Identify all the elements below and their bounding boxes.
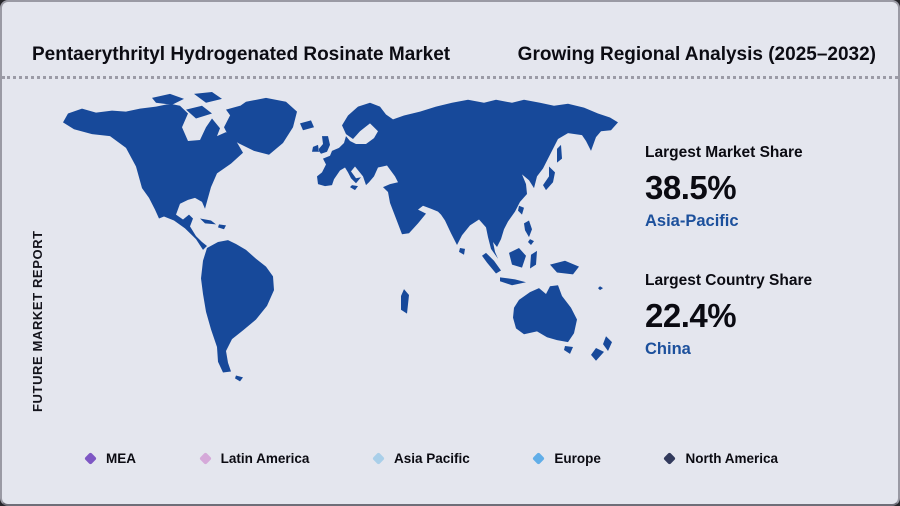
page-title-left: Pentaerythrityl Hydrogenated Rosinate Ma… xyxy=(32,44,451,65)
stat-country-share-label: Largest Country Share xyxy=(645,272,813,289)
legend-label: Asia Pacific xyxy=(393,450,470,466)
legend-item-latin-america: Latin America xyxy=(198,450,310,466)
diamond-swatch-icon xyxy=(198,451,212,465)
stat-market-share: Largest Market Share 38.5% Asia-Pacific xyxy=(645,142,885,232)
brand-vertical-label: FUTURE MARKET REPORT xyxy=(30,230,45,412)
legend-label: Latin America xyxy=(220,450,310,466)
legend-label: Europe xyxy=(554,450,601,466)
stats-panel: Largest Market Share 38.5% Asia-Pacific … xyxy=(645,142,885,398)
dotted-divider xyxy=(2,76,898,79)
legend-item-asia-pacific: Asia Pacific xyxy=(372,450,470,466)
legend-item-north-america: North America xyxy=(663,450,778,466)
stat-market-share-value: 38.5% xyxy=(645,169,737,206)
legend-item-mea: MEA xyxy=(84,450,136,466)
legend-item-europe: Europe xyxy=(532,450,601,466)
stat-country-share: Largest Country Share 22.4% China xyxy=(645,270,885,360)
legend-label: North America xyxy=(685,450,778,466)
diamond-swatch-icon xyxy=(532,451,546,465)
region-legend: MEA Latin America Asia Pacific Europe No… xyxy=(84,446,778,470)
diamond-swatch-icon xyxy=(372,451,385,465)
stat-market-share-region: Asia-Pacific xyxy=(645,212,739,230)
infographic-frame: Pentaerythrityl Hydrogenated Rosinate Ma… xyxy=(0,0,900,506)
world-map-svg xyxy=(63,91,618,382)
legend-label: MEA xyxy=(106,450,136,466)
diamond-swatch-icon xyxy=(663,451,677,465)
stat-country-share-region: China xyxy=(645,340,691,358)
world-map xyxy=(60,90,626,400)
page-title-right: Growing Regional Analysis (2025–2032) xyxy=(517,44,876,65)
page-title: Pentaerythrityl Hydrogenated Rosinate Ma… xyxy=(32,44,876,70)
stat-country-share-value: 22.4% xyxy=(645,297,737,334)
diamond-swatch-icon xyxy=(84,451,97,465)
world-map-landmass xyxy=(63,91,618,382)
stat-market-share-label: Largest Market Share xyxy=(645,144,803,161)
